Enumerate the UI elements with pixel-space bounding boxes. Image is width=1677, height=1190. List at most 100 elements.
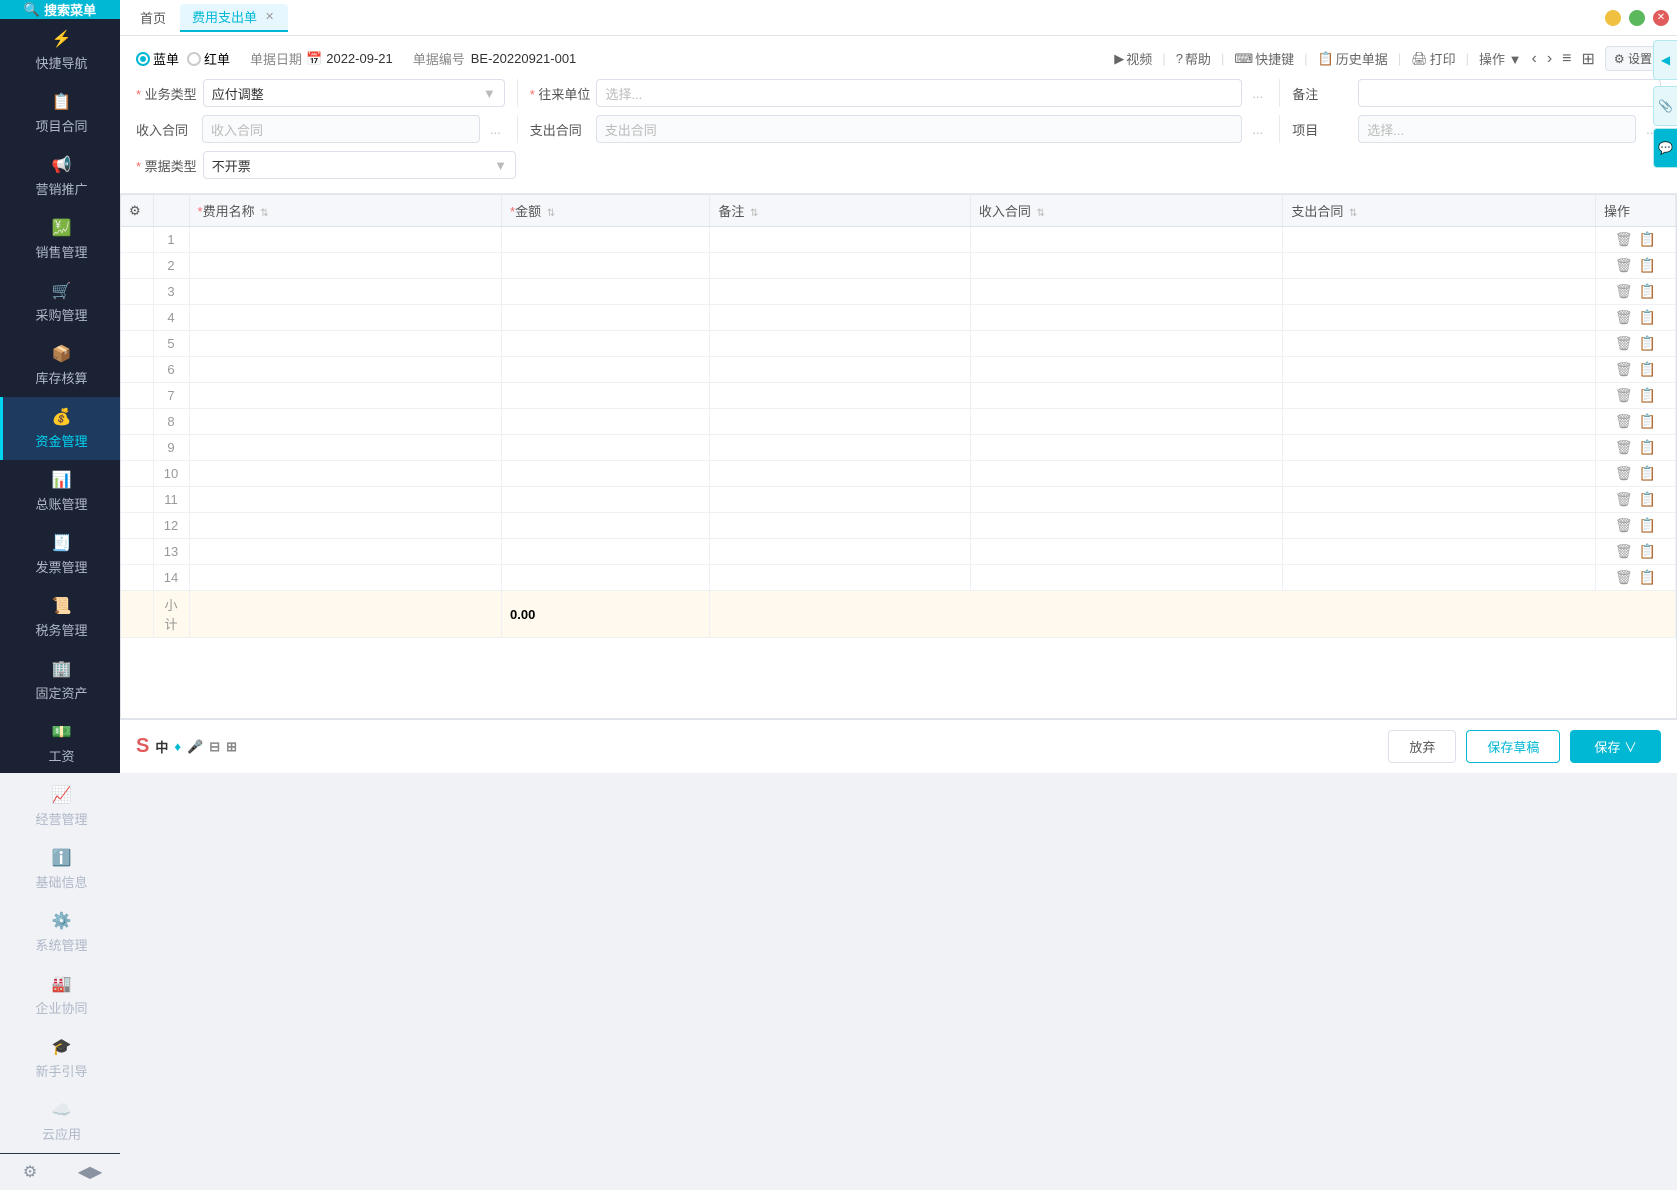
sidebar-item-cloud-apps[interactable]: ☁️ 云应用 <box>0 1090 120 1153</box>
row-expense-name-10[interactable] <box>189 461 502 487</box>
row-remark-11[interactable] <box>710 487 970 513</box>
window-minimize[interactable] <box>1605 10 1621 26</box>
row-expense-contract-2[interactable] <box>1283 253 1596 279</box>
row-delete-10[interactable]: 🗑 <box>1615 465 1633 482</box>
row-remark-13[interactable] <box>710 539 970 565</box>
row-delete-8[interactable]: 🗑 <box>1615 413 1633 430</box>
row-delete-1[interactable]: 🗑 <box>1615 231 1633 248</box>
sidebar-item-operations[interactable]: 📈 经营管理 <box>0 775 120 838</box>
row-copy-8[interactable]: 📋 <box>1639 413 1656 430</box>
row-expense-name-14[interactable] <box>189 565 502 591</box>
window-close[interactable]: ✕ <box>1653 10 1669 26</box>
row-expense-name-2[interactable] <box>189 253 502 279</box>
row-delete-12[interactable]: 🗑 <box>1615 517 1633 534</box>
row-expense-name-12[interactable] <box>189 513 502 539</box>
row-amount-13[interactable] <box>502 539 710 565</box>
row-remark-3[interactable] <box>710 279 970 305</box>
row-delete-14[interactable]: 🗑 <box>1615 569 1633 586</box>
col-remark[interactable]: 备注 ⇅ <box>710 195 970 227</box>
sidebar-item-newbie[interactable]: 🎓 新手引导 <box>0 1027 120 1090</box>
expense-contract-input[interactable]: 支出合同 <box>596 115 1243 143</box>
col-expense-contract[interactable]: 支出合同 ⇅ <box>1283 195 1596 227</box>
row-delete-5[interactable]: 🗑 <box>1615 335 1633 352</box>
sidebar-settings-btn[interactable]: ⚙ <box>0 1162 60 1182</box>
col-expense-name[interactable]: *费用名称 ⇅ <box>189 195 502 227</box>
row-expense-name-13[interactable] <box>189 539 502 565</box>
expense-contract-ellipsis[interactable]: ... <box>1248 122 1267 137</box>
row-expense-name-8[interactable] <box>189 409 502 435</box>
project-input[interactable]: 选择... <box>1358 115 1636 143</box>
business-type-select[interactable]: 应付调整 ▼ <box>203 79 505 107</box>
row-expense-name-4[interactable] <box>189 305 502 331</box>
row-remark-9[interactable] <box>710 435 970 461</box>
row-amount-9[interactable] <box>502 435 710 461</box>
row-expense-contract-1[interactable] <box>1283 227 1596 253</box>
row-delete-4[interactable]: 🗑 <box>1615 309 1633 326</box>
row-copy-6[interactable]: 📋 <box>1639 361 1656 378</box>
row-expense-contract-14[interactable] <box>1283 565 1596 591</box>
row-income-contract-8[interactable] <box>970 409 1283 435</box>
income-contract-ellipsis[interactable]: ... <box>486 122 505 137</box>
sidebar-search[interactable]: 🔍 搜索菜单 <box>0 0 120 19</box>
row-remark-7[interactable] <box>710 383 970 409</box>
sidebar-item-basic-info[interactable]: ℹ️ 基础信息 <box>0 838 120 901</box>
sidebar-item-inventory[interactable]: 📦 库存核算 <box>0 334 120 397</box>
row-expense-contract-11[interactable] <box>1283 487 1596 513</box>
row-income-contract-5[interactable] <box>970 331 1283 357</box>
sidebar-item-enterprise[interactable]: 🏭 企业协同 <box>0 964 120 1027</box>
row-delete-11[interactable]: 🗑 <box>1615 491 1633 508</box>
right-panel-btn-2[interactable]: 📎 <box>1653 86 1677 126</box>
bill-type-select[interactable]: 不开票 ▼ <box>203 151 516 179</box>
row-income-contract-4[interactable] <box>970 305 1283 331</box>
row-delete-7[interactable]: 🗑 <box>1615 387 1633 404</box>
sidebar-item-capital[interactable]: 💰 资金管理 <box>0 397 120 460</box>
col-gear[interactable]: ⚙ <box>121 195 153 227</box>
row-remark-6[interactable] <box>710 357 970 383</box>
toolbar-nav-next[interactable]: › <box>1547 50 1552 68</box>
row-amount-14[interactable] <box>502 565 710 591</box>
row-expense-contract-9[interactable] <box>1283 435 1596 461</box>
row-delete-9[interactable]: 🗑 <box>1615 439 1633 456</box>
row-delete-3[interactable]: 🗑 <box>1615 283 1633 300</box>
row-remark-8[interactable] <box>710 409 970 435</box>
row-remark-1[interactable] <box>710 227 970 253</box>
row-expense-name-3[interactable] <box>189 279 502 305</box>
row-copy-10[interactable]: 📋 <box>1639 465 1656 482</box>
row-amount-4[interactable] <box>502 305 710 331</box>
sidebar-item-salary[interactable]: 💵 工资 <box>0 712 120 775</box>
row-copy-13[interactable]: 📋 <box>1639 543 1656 560</box>
row-expense-contract-10[interactable] <box>1283 461 1596 487</box>
row-amount-12[interactable] <box>502 513 710 539</box>
remark-input[interactable] <box>1358 79 1661 107</box>
sidebar-item-sales[interactable]: 💹 销售管理 <box>0 208 120 271</box>
row-copy-9[interactable]: 📋 <box>1639 439 1656 456</box>
row-expense-contract-6[interactable] <box>1283 357 1596 383</box>
row-amount-2[interactable] <box>502 253 710 279</box>
toolbar-print[interactable]: 🖨 打印 <box>1411 49 1456 68</box>
row-expense-contract-3[interactable] <box>1283 279 1596 305</box>
row-expense-contract-4[interactable] <box>1283 305 1596 331</box>
sidebar-item-fixed-assets[interactable]: 🏢 固定资产 <box>0 649 120 712</box>
row-amount-1[interactable] <box>502 227 710 253</box>
sidebar-item-marketing[interactable]: 📢 营销推广 <box>0 145 120 208</box>
sidebar-item-accounting[interactable]: 📊 总账管理 <box>0 460 120 523</box>
right-panel-btn-1[interactable]: ◀ <box>1653 40 1677 80</box>
sidebar-volume-btn[interactable]: ◀▶ <box>60 1162 120 1182</box>
date-value[interactable]: 2022-09-21 <box>326 51 393 66</box>
income-contract-input[interactable]: 收入合同 <box>202 115 480 143</box>
row-income-contract-3[interactable] <box>970 279 1283 305</box>
toolbar-help[interactable]: ? 帮助 <box>1176 49 1211 68</box>
row-amount-7[interactable] <box>502 383 710 409</box>
row-income-contract-1[interactable] <box>970 227 1283 253</box>
row-delete-6[interactable]: 🗑 <box>1615 361 1633 378</box>
counterpart-ellipsis[interactable]: ... <box>1248 86 1267 101</box>
col-income-contract[interactable]: 收入合同 ⇅ <box>970 195 1283 227</box>
row-expense-contract-7[interactable] <box>1283 383 1596 409</box>
row-income-contract-11[interactable] <box>970 487 1283 513</box>
row-income-contract-12[interactable] <box>970 513 1283 539</box>
row-remark-2[interactable] <box>710 253 970 279</box>
row-amount-11[interactable] <box>502 487 710 513</box>
row-income-contract-13[interactable] <box>970 539 1283 565</box>
col-amount[interactable]: *金额 ⇅ <box>502 195 710 227</box>
row-remark-5[interactable] <box>710 331 970 357</box>
